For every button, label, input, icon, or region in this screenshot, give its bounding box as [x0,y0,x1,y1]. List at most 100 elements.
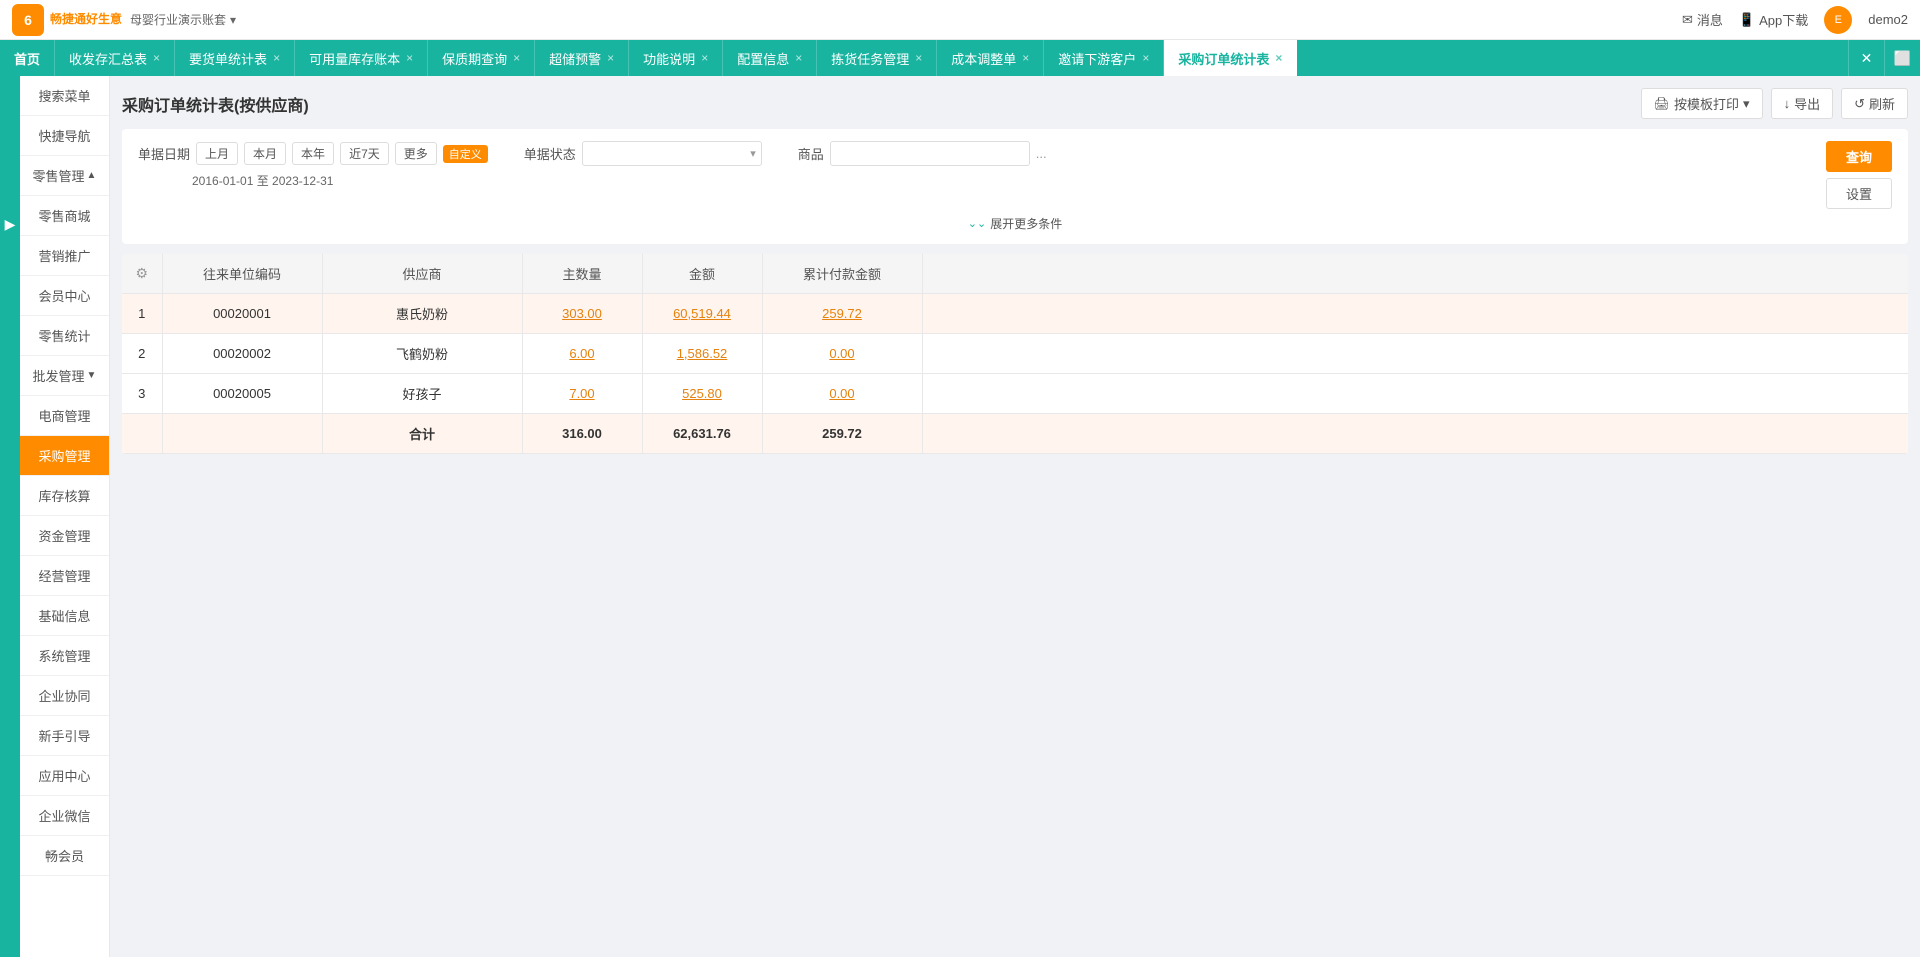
sidebar-item-search[interactable]: 搜索菜单 [20,76,109,116]
sidebar-item-enterprise-collab[interactable]: 企业协同 [20,676,109,716]
sidebar-item-newbie-guide[interactable]: 新手引导 [20,716,109,756]
row-code: 00020001 [162,294,322,334]
sidebar-item-system-mgmt[interactable]: 系统管理 [20,636,109,676]
tab-invite-downstream[interactable]: 邀请下游客户 × [1044,40,1164,76]
tab-purchase-order-stats[interactable]: 采购订单统计表 × [1164,40,1297,76]
row-qty: 7.00 [522,374,642,414]
footer-empty1 [122,414,162,454]
tab-function-desc[interactable]: 功能说明 × [629,40,723,76]
tab-close-icon[interactable]: × [701,51,708,65]
th-supplier: 供应商 [322,254,522,294]
sidebar-toggle[interactable]: ▶ [0,76,20,957]
collapse-icon: ⌄⌄ [968,217,986,230]
sidebar-item-retail-mall[interactable]: 零售商城 [20,196,109,236]
table-header-row: ⚙ 往来单位编码 供应商 主数量 金额 累计付款金额 [122,254,1908,294]
tab-home[interactable]: 首页 [0,40,55,76]
export-icon: ↓ [1784,96,1791,111]
refresh-button[interactable]: ↺ 刷新 [1841,88,1908,119]
footer-empty2 [162,414,322,454]
footer-amount: 62,631.76 [642,414,762,454]
sidebar-item-operation-mgmt[interactable]: 经营管理 [20,556,109,596]
settings-button[interactable]: 设置 [1826,178,1892,209]
table-row: 1 00020001 惠氏奶粉 303.00 60,519.44 259.72 [122,294,1908,334]
table-row: 2 00020002 飞鹤奶粉 6.00 1,586.52 0.00 [122,334,1908,374]
custom-date-badge[interactable]: 自定义 [443,145,488,163]
expand-more-button[interactable]: ⌄⌄ 展开更多条件 [138,209,1892,232]
tab-close-icon[interactable]: × [406,51,413,65]
phone-icon: 📱 [1739,12,1755,28]
column-settings-icon[interactable]: ⚙ [135,265,148,281]
sidebar: 搜索菜单 快捷导航 零售管理▲ 零售商城 营销推广 会员中心 零售统计 批发管理… [20,76,110,957]
date-btn-7-days[interactable]: 近7天 [340,142,389,165]
message-icon: ✉ [1682,12,1693,28]
tab-close-icon[interactable]: × [513,51,520,65]
th-company-code: 往来单位编码 [162,254,322,294]
goods-input[interactable] [830,141,1030,166]
tab-config-info[interactable]: 配置信息 × [723,40,817,76]
tab-expiry-query[interactable]: 保质期查询 × [428,40,535,76]
export-button[interactable]: ↓ 导出 [1771,88,1834,119]
status-filter: 单据状态 [524,141,762,166]
table-row: 3 00020005 好孩子 7.00 525.80 0.00 [122,374,1908,414]
tab-close-icon[interactable]: × [1022,51,1029,65]
dropdown-arrow-icon: ▾ [1743,96,1750,112]
row-code: 00020005 [162,374,322,414]
row-qty: 6.00 [522,334,642,374]
tab-cost-adjust[interactable]: 成本调整单 × [937,40,1044,76]
avatar[interactable]: E [1824,6,1852,34]
breadcrumb[interactable]: 母婴行业演示账套 ▾ [130,11,236,28]
date-btn-this-month[interactable]: 本月 [244,142,286,165]
top-bar-left: 6 畅捷通好生意 母婴行业演示账套 ▾ [12,4,236,36]
date-btn-last-month[interactable]: 上月 [196,142,238,165]
sidebar-item-quicknav[interactable]: 快捷导航 [20,116,109,156]
row-num: 2 [122,334,162,374]
sidebar-item-enterprise-wechat[interactable]: 企业微信 [20,796,109,836]
row-qty: 303.00 [522,294,642,334]
tab-order-stats[interactable]: 要货单统计表 × [175,40,295,76]
tab-close-icon[interactable]: × [1275,51,1282,65]
username[interactable]: demo2 [1868,12,1908,27]
message-button[interactable]: ✉ 消息 [1682,10,1723,29]
top-bar-right: ✉ 消息 📱 App下载 E demo2 [1682,6,1908,34]
sidebar-item-basic-info[interactable]: 基础信息 [20,596,109,636]
sidebar-item-retail-stats[interactable]: 零售统计 [20,316,109,356]
sidebar-item-member-service[interactable]: 畅会员 [20,836,109,876]
sidebar-item-inventory-check[interactable]: 库存核算 [20,476,109,516]
row-num: 3 [122,374,162,414]
tab-pick-task[interactable]: 拣货任务管理 × [817,40,937,76]
row-supplier: 惠氏奶粉 [322,294,522,334]
tab-close-icon[interactable]: × [607,51,614,65]
tab-overstock-warning[interactable]: 超储预警 × [535,40,629,76]
sidebar-item-marketing[interactable]: 营销推广 [20,236,109,276]
sidebar-item-retail-mgmt[interactable]: 零售管理▲ [20,156,109,196]
sidebar-item-app-center[interactable]: 应用中心 [20,756,109,796]
tab-receivable-summary[interactable]: 收发存汇总表 × [55,40,175,76]
sidebar-item-purchase-mgmt[interactable]: 采购管理 [20,436,109,476]
tab-close-icon[interactable]: × [1142,51,1149,65]
sidebar-item-wholesale-mgmt[interactable]: 批发管理▼ [20,356,109,396]
filter-query-col: 查询 设置 [1826,141,1892,209]
nav-close-button[interactable]: ✕ [1848,40,1884,76]
status-select[interactable] [582,141,762,166]
row-paid: 0.00 [762,374,922,414]
tab-close-icon[interactable]: × [273,51,280,65]
row-amount: 525.80 [642,374,762,414]
sidebar-item-ecommerce-mgmt[interactable]: 电商管理 [20,396,109,436]
tab-close-icon[interactable]: × [153,51,160,65]
date-btn-more[interactable]: 更多 [395,142,437,165]
filter-area: 单据日期 上月 本月 本年 近7天 更多 自定义 单据状态 [122,129,1908,244]
th-checkbox: ⚙ [122,254,162,294]
tab-close-icon[interactable]: × [795,51,802,65]
nav-maximize-button[interactable]: ⬜ [1884,40,1920,76]
sidebar-item-member-center[interactable]: 会员中心 [20,276,109,316]
tab-close-icon[interactable]: × [915,51,922,65]
sidebar-item-finance-mgmt[interactable]: 资金管理 [20,516,109,556]
chevron-down-icon: ▼ [87,370,97,381]
app-download-button[interactable]: 📱 App下载 [1739,10,1808,29]
nav-tabs: 首页 收发存汇总表 × 要货单统计表 × 可用量库存账本 × 保质期查询 × 超… [0,40,1920,76]
date-btn-this-year[interactable]: 本年 [292,142,334,165]
tab-inventory-book[interactable]: 可用量库存账本 × [295,40,428,76]
query-button[interactable]: 查询 [1826,141,1892,172]
template-print-button[interactable]: 🖨 按模板打印 ▾ [1641,88,1763,119]
row-amount: 60,519.44 [642,294,762,334]
